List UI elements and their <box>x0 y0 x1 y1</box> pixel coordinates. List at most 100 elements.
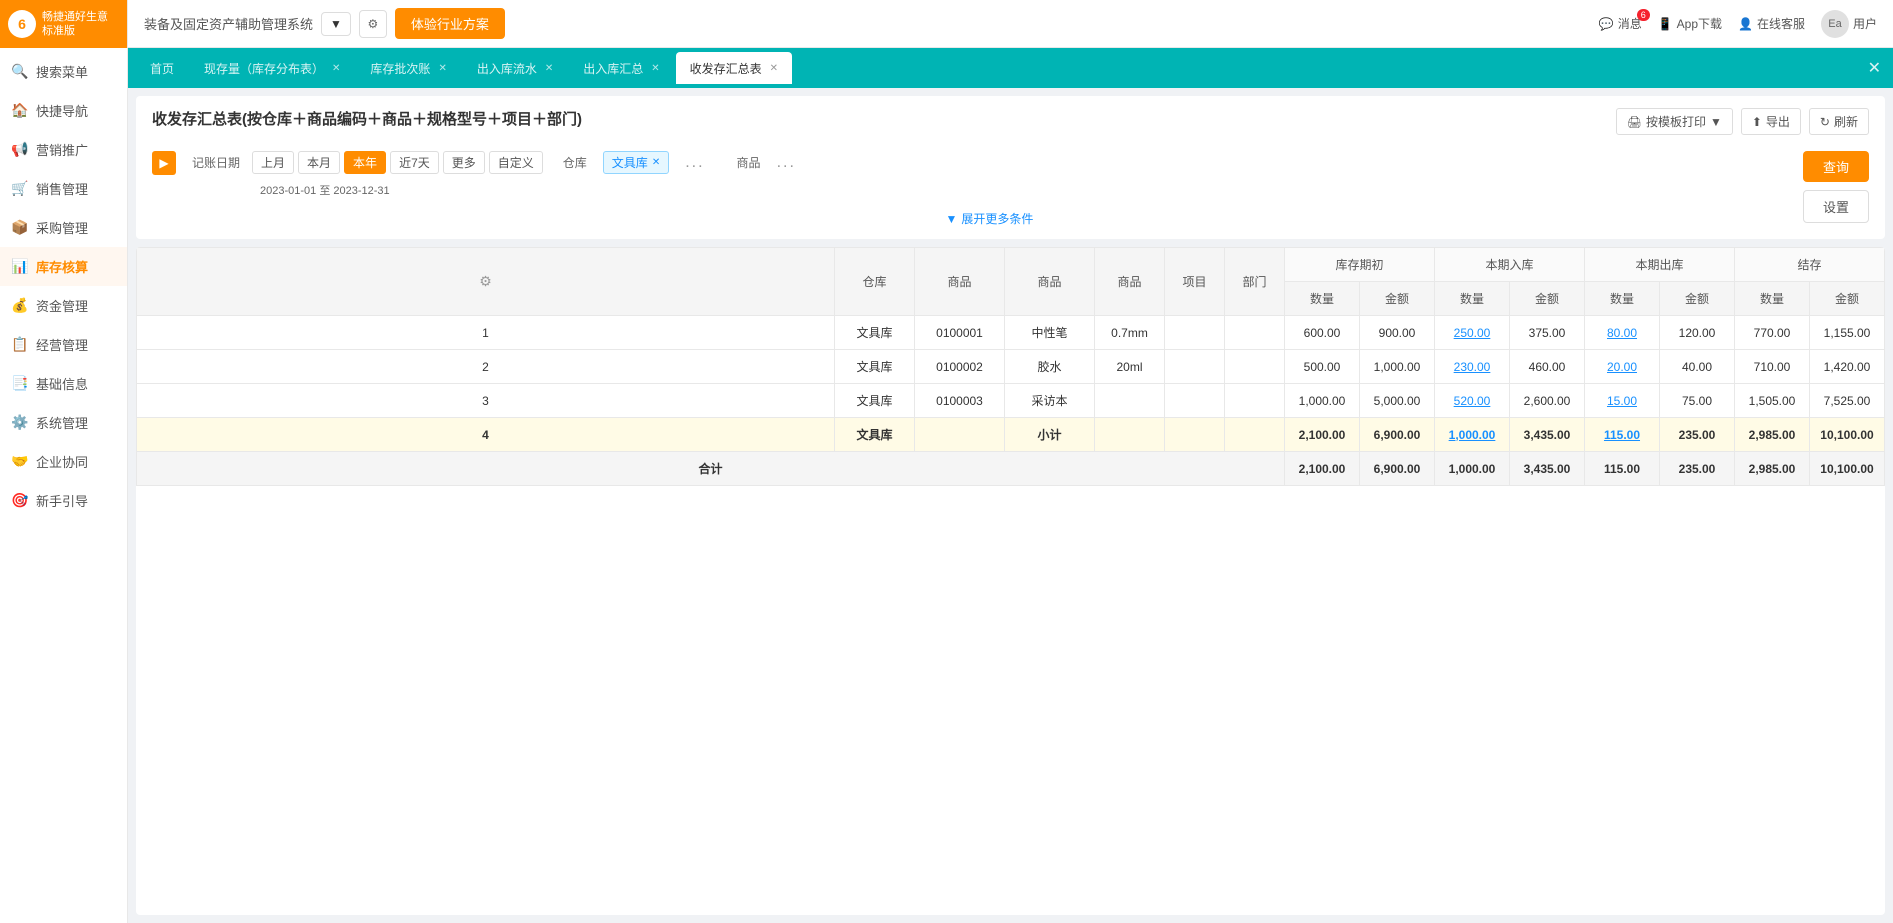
cell-subtotal-closing-amt: 10,100.00 <box>1810 418 1885 452</box>
th-closing-amt: 金额 <box>1810 282 1885 316</box>
sidebar-item-collab[interactable]: 🤝 企业协同 <box>0 442 127 481</box>
expand-btn-label: 展开更多条件 <box>961 210 1033 227</box>
sidebar-item-marketing[interactable]: 📢 营销推广 <box>0 130 127 169</box>
table-settings-gear[interactable]: ⚙ <box>479 273 492 289</box>
settings-gear-btn[interactable]: ⚙ <box>359 10 387 38</box>
download-icon: 📱 <box>1658 17 1673 31</box>
tab-inout-flow-label: 出入库流水 <box>477 60 537 77</box>
sidebar-item-sales[interactable]: 🛒 销售管理 <box>0 169 127 208</box>
cell-total-closing-amt: 10,100.00 <box>1810 452 1885 486</box>
refresh-btn[interactable]: ↻ 刷新 <box>1809 108 1869 135</box>
tab-batch-close[interactable]: ✕ <box>438 63 446 74</box>
filter-toggle-arrow[interactable]: ▶ <box>152 151 176 175</box>
warehouse-tag-value: 文具库 <box>612 154 648 171</box>
sidebar-item-finance[interactable]: 💰 资金管理 <box>0 286 127 325</box>
refresh-btn-label: 刷新 <box>1834 113 1858 130</box>
cell-in-amt: 460.00 <box>1510 350 1585 384</box>
date-btn-this-year[interactable]: 本年 <box>344 151 386 174</box>
query-btn[interactable]: 查询 <box>1803 151 1869 182</box>
cell-no: 3 <box>137 384 835 418</box>
th-warehouse: 仓库 <box>835 248 915 316</box>
sidebar-item-inventory[interactable]: 📊 库存核算 <box>0 247 127 286</box>
sidebar-item-purchase[interactable]: 📦 采购管理 <box>0 208 127 247</box>
print-btn[interactable]: 🖨 按模板打印 ▼ <box>1616 108 1733 135</box>
cell-name: 采访本 <box>1005 384 1095 418</box>
cell-in-qty[interactable]: 250.00 <box>1435 316 1510 350</box>
tab-inout-flow[interactable]: 出入库流水 ✕ <box>463 52 567 84</box>
sidebar-item-operation[interactable]: 📋 经营管理 <box>0 325 127 364</box>
sidebar-item-basic[interactable]: 📑 基础信息 <box>0 364 127 403</box>
cell-out-qty[interactable]: 15.00 <box>1585 384 1660 418</box>
purchase-icon: 📦 <box>12 220 28 236</box>
th-opening-qty: 数量 <box>1285 282 1360 316</box>
product-more-dots[interactable]: ... <box>777 154 796 172</box>
message-badge: 6 <box>1637 9 1650 21</box>
tab-inout-summary-close[interactable]: ✕ <box>651 63 659 74</box>
cell-code: 0100002 <box>915 350 1005 384</box>
cell-total-in-amt: 3,435.00 <box>1510 452 1585 486</box>
cell-project <box>1165 316 1225 350</box>
settings-btn[interactable]: 设置 <box>1803 190 1869 223</box>
export-btn[interactable]: ⬆ 导出 <box>1741 108 1801 135</box>
user-action[interactable]: Ea 用户 <box>1821 10 1877 38</box>
warehouse-tag-close[interactable]: ✕ <box>652 157 660 168</box>
basic-icon: 📑 <box>12 376 28 392</box>
warehouse-tag[interactable]: 文具库 ✕ <box>603 151 669 174</box>
sidebar-header: 6 畅捷通好生意 标准版 <box>0 0 127 48</box>
cell-subtotal-in-qty[interactable]: 1,000.00 <box>1435 418 1510 452</box>
tab-recv-send-close[interactable]: ✕ <box>770 63 778 74</box>
app-download-action[interactable]: 📱 App下载 <box>1658 15 1722 32</box>
filter-date-range-row: 2023-01-01 至 2023-12-31 <box>192 182 1787 198</box>
cell-subtotal-closing-qty: 2,985.00 <box>1735 418 1810 452</box>
trial-btn[interactable]: 体验行业方案 <box>395 8 505 39</box>
date-btn-this-month[interactable]: 本月 <box>298 151 340 174</box>
cell-out-qty[interactable]: 20.00 <box>1585 350 1660 384</box>
date-btn-more[interactable]: 更多 <box>443 151 485 174</box>
online-service-action[interactable]: 👤 在线客服 <box>1738 15 1805 32</box>
sidebar-item-search[interactable]: 🔍 搜索菜单 <box>0 52 127 91</box>
date-btn-prev-month[interactable]: 上月 <box>252 151 294 174</box>
cell-dept <box>1225 316 1285 350</box>
expand-filter-btn[interactable]: ▼ 展开更多条件 <box>946 210 1034 227</box>
tab-stock-dist[interactable]: 现存量（库存分布表） ✕ <box>190 52 354 84</box>
th-dept: 部门 <box>1225 248 1285 316</box>
tab-home[interactable]: 首页 <box>136 52 188 84</box>
cell-total-in-qty: 1,000.00 <box>1435 452 1510 486</box>
subtotal-row: 4 文具库 小计 2,100.00 6,900.00 1,000.00 3,43… <box>137 418 1885 452</box>
filter-area: 收发存汇总表(按仓库＋商品编码＋商品＋规格型号＋项目＋部门) 🖨 按模板打印 ▼… <box>136 96 1885 239</box>
sidebar-item-system[interactable]: ⚙️ 系统管理 <box>0 403 127 442</box>
th-opening-amt: 金额 <box>1360 282 1435 316</box>
cell-out-qty[interactable]: 80.00 <box>1585 316 1660 350</box>
cell-warehouse: 文具库 <box>835 384 915 418</box>
th-name: 商品 <box>1005 248 1095 316</box>
date-btn-7days[interactable]: 近7天 <box>390 151 439 174</box>
cell-in-qty[interactable]: 520.00 <box>1435 384 1510 418</box>
product-filter-label: 商品 <box>737 154 761 171</box>
sidebar-item-label: 采购管理 <box>36 218 88 237</box>
date-btn-custom[interactable]: 自定义 <box>489 151 543 174</box>
system-icon: ⚙️ <box>12 415 28 431</box>
tab-batch-label: 库存批次账 <box>370 60 430 77</box>
page-header-area: 收发存汇总表(按仓库＋商品编码＋商品＋规格型号＋项目＋部门) 🖨 按模板打印 ▼… <box>152 108 1869 141</box>
tab-stock-dist-close[interactable]: ✕ <box>332 63 340 74</box>
tab-inout-flow-close[interactable]: ✕ <box>545 63 553 74</box>
tab-inout-summary[interactable]: 出入库汇总 ✕ <box>569 52 673 84</box>
cell-no: 2 <box>137 350 835 384</box>
tab-recv-send[interactable]: 收发存汇总表 ✕ <box>676 52 792 84</box>
sidebar-item-quick-nav[interactable]: 🏠 快捷导航 <box>0 91 127 130</box>
tabs-close-all-btn[interactable]: ✕ <box>1864 54 1885 82</box>
cell-in-qty[interactable]: 230.00 <box>1435 350 1510 384</box>
sidebar-item-newbie[interactable]: 🎯 新手引导 <box>0 481 127 520</box>
message-action[interactable]: 💬 消息 6 <box>1599 15 1642 32</box>
cell-closing-qty: 710.00 <box>1735 350 1810 384</box>
warehouse-more-dots[interactable]: ... <box>685 154 704 172</box>
th-closing: 结存 <box>1735 248 1885 282</box>
page-title: 收发存汇总表(按仓库＋商品编码＋商品＋规格型号＋项目＋部门) <box>152 108 582 129</box>
warehouse-filter-label: 仓库 <box>563 154 587 171</box>
tab-batch[interactable]: 库存批次账 ✕ <box>356 52 460 84</box>
cell-out-amt: 120.00 <box>1660 316 1735 350</box>
cell-subtotal-out-qty[interactable]: 115.00 <box>1585 418 1660 452</box>
th-in-amt: 金额 <box>1510 282 1585 316</box>
sidebar-item-label: 新手引导 <box>36 491 88 510</box>
system-dropdown[interactable]: ▼ <box>321 12 351 36</box>
